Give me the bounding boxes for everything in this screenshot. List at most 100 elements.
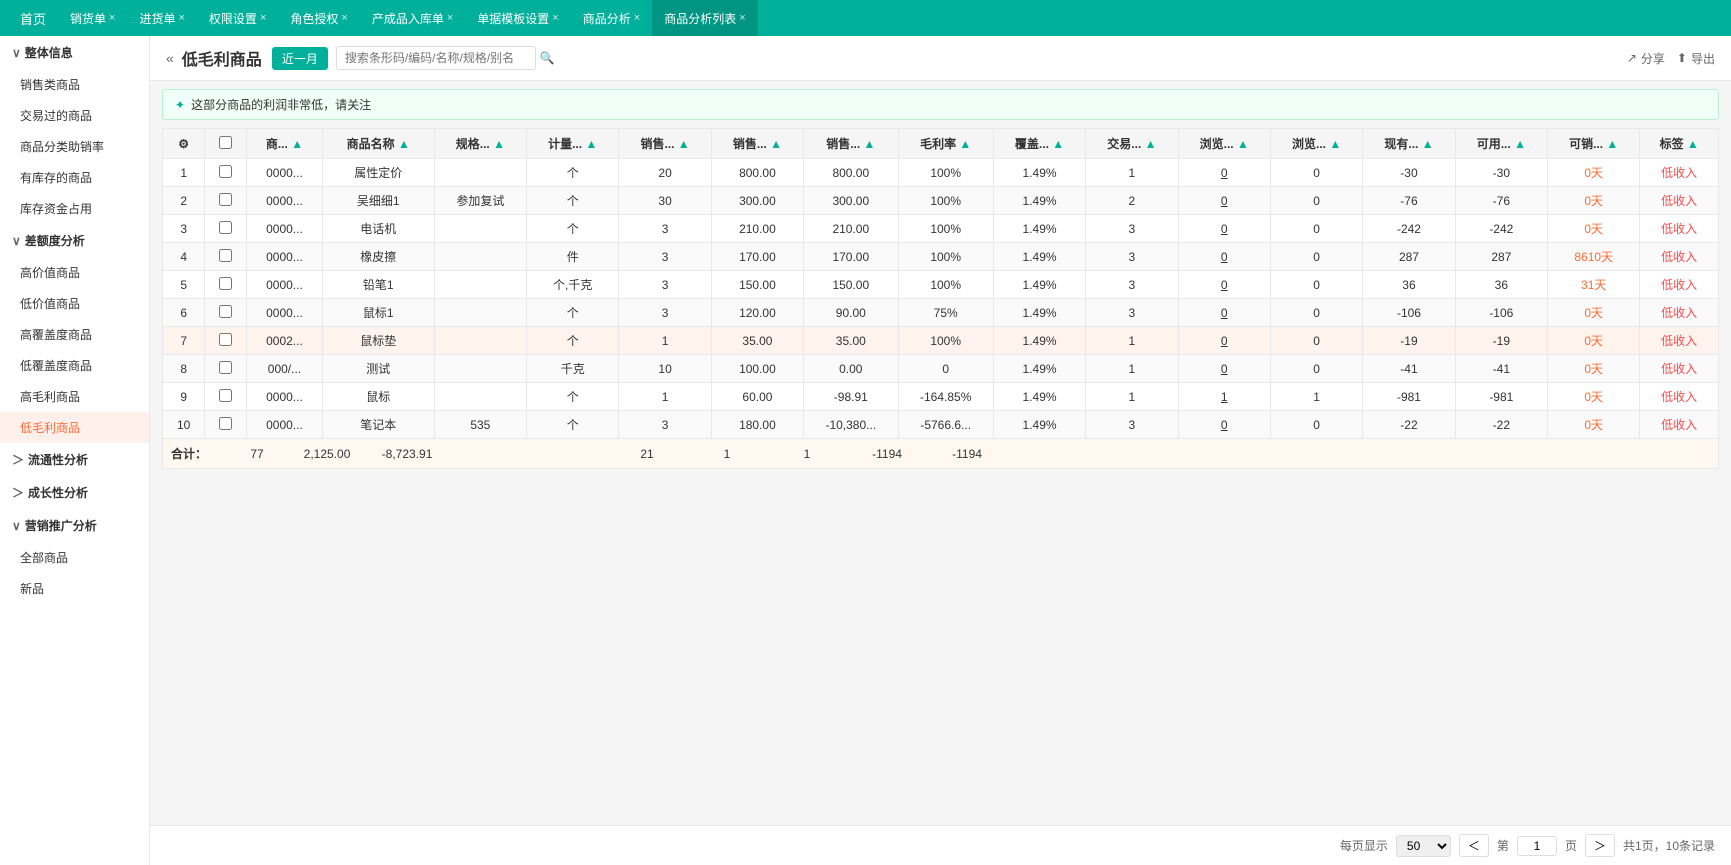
nav-sales-close[interactable]: × bbox=[109, 12, 115, 24]
sidebar-section-value[interactable]: ∨ 差额度分析 bbox=[0, 224, 149, 257]
sidebar-item-all-goods[interactable]: 全部商品 bbox=[0, 542, 149, 573]
row-checkbox[interactable] bbox=[219, 389, 232, 402]
sidebar-item-high-margin[interactable]: 高毛利商品 bbox=[0, 381, 149, 412]
row-browse-link[interactable]: 0 bbox=[1221, 278, 1228, 292]
sidebar-section-growth[interactable]: ＞ 成长性分析 bbox=[0, 476, 149, 509]
row-browse-link[interactable]: 0 bbox=[1221, 250, 1228, 264]
row-code: 0000... bbox=[247, 159, 323, 187]
row-v5: 1.49% bbox=[993, 411, 1085, 439]
col-transaction[interactable]: 交易... ▲ bbox=[1086, 129, 1178, 159]
nav-purchase[interactable]: 进货单 × bbox=[127, 0, 196, 36]
nav-role[interactable]: 角色授权 × bbox=[278, 0, 359, 36]
col-tag[interactable]: 标签 ▲ bbox=[1640, 129, 1719, 159]
row-code: 0000... bbox=[247, 243, 323, 271]
row-browse-link[interactable]: 0 bbox=[1221, 222, 1228, 236]
sidebar-collapse-button[interactable]: « bbox=[166, 50, 174, 66]
per-page-select[interactable]: 50 100 200 bbox=[1396, 835, 1451, 857]
nav-permission[interactable]: 权限设置 × bbox=[197, 0, 278, 36]
col-settings[interactable]: ⚙ bbox=[163, 129, 205, 159]
sidebar-section-circulation[interactable]: ＞ 流通性分析 bbox=[0, 443, 149, 476]
sidebar-section-overall[interactable]: ∨ 整体信息 bbox=[0, 36, 149, 69]
main-layout: ∨ 整体信息 销售类商品 交易过的商品 商品分类助销率 有库存的商品 库存资金占… bbox=[0, 36, 1731, 865]
nav-purchase-close[interactable]: × bbox=[178, 12, 184, 24]
row-browse-link[interactable]: 0 bbox=[1221, 194, 1228, 208]
col-available[interactable]: 可用... ▲ bbox=[1455, 129, 1547, 159]
sidebar-item-high-value[interactable]: 高价值商品 bbox=[0, 257, 149, 288]
nav-template[interactable]: 单据模板设置 × bbox=[465, 0, 570, 36]
prev-page-button[interactable]: ＜ bbox=[1459, 834, 1489, 857]
nav-home[interactable]: 首页 bbox=[8, 0, 58, 36]
row-checkbox[interactable] bbox=[219, 221, 232, 234]
sidebar-item-low-margin[interactable]: 低毛利商品 bbox=[0, 412, 149, 443]
nav-role-close[interactable]: × bbox=[341, 12, 347, 24]
col-margin-rate[interactable]: 毛利率 ▲ bbox=[898, 129, 993, 159]
sidebar-item-category-rate[interactable]: 商品分类助销率 bbox=[0, 131, 149, 162]
select-all-checkbox[interactable] bbox=[219, 136, 232, 149]
search-input[interactable] bbox=[336, 46, 536, 70]
row-v2: 60.00 bbox=[711, 383, 803, 411]
row-checkbox[interactable] bbox=[219, 305, 232, 318]
sidebar-item-low-value[interactable]: 低价值商品 bbox=[0, 288, 149, 319]
col-code[interactable]: 商... ▲ bbox=[247, 129, 323, 159]
sidebar-item-traded[interactable]: 交易过的商品 bbox=[0, 100, 149, 131]
row-browse-link[interactable]: 0 bbox=[1221, 166, 1228, 180]
col-current[interactable]: 现有... ▲ bbox=[1363, 129, 1455, 159]
sidebar-item-sales-goods[interactable]: 销售类商品 bbox=[0, 69, 149, 100]
nav-product-analysis[interactable]: 商品分析 × bbox=[571, 0, 652, 36]
table-row: 90000...鼠标个160.00-98.91-164.85%1.49%111-… bbox=[163, 383, 1719, 411]
row-checkbox[interactable] bbox=[219, 277, 232, 290]
nav-sales[interactable]: 销货单 × bbox=[58, 0, 127, 36]
sidebar-item-in-stock[interactable]: 有库存的商品 bbox=[0, 162, 149, 193]
row-v3: 35.00 bbox=[804, 327, 898, 355]
nav-permission-close[interactable]: × bbox=[260, 12, 266, 24]
nav-product-analysis-close[interactable]: × bbox=[634, 12, 640, 24]
col-sales3[interactable]: 销售... ▲ bbox=[804, 129, 898, 159]
col-view2[interactable]: 浏览... ▲ bbox=[1270, 129, 1362, 159]
filter-month-button[interactable]: 近一月 bbox=[272, 47, 328, 70]
col-unit[interactable]: 计量... ▲ bbox=[527, 129, 619, 159]
row-v8: 0 bbox=[1270, 187, 1362, 215]
page-input[interactable] bbox=[1517, 836, 1557, 856]
col-sales2[interactable]: 销售... ▲ bbox=[711, 129, 803, 159]
next-page-button[interactable]: ＞ bbox=[1585, 834, 1615, 857]
col-spec[interactable]: 规格... ▲ bbox=[434, 129, 526, 159]
row-v7: 0 bbox=[1178, 159, 1270, 187]
col-sales1[interactable]: 销售... ▲ bbox=[619, 129, 711, 159]
sidebar-section-marketing[interactable]: ∨ 营销推广分析 bbox=[0, 509, 149, 542]
row-browse-link[interactable]: 0 bbox=[1221, 418, 1228, 432]
row-v7: 0 bbox=[1178, 187, 1270, 215]
row-browse-link[interactable]: 0 bbox=[1221, 362, 1228, 376]
notice-bar: ✦ 这部分商品的利润非常低，请关注 bbox=[162, 89, 1719, 120]
row-number: 1 bbox=[163, 159, 205, 187]
col-name[interactable]: 商品名称 ▲ bbox=[322, 129, 434, 159]
col-view1[interactable]: 浏览... ▲ bbox=[1178, 129, 1270, 159]
row-v9: -30 bbox=[1363, 159, 1455, 187]
row-checkbox[interactable] bbox=[219, 193, 232, 206]
export-button[interactable]: ⬆ 导出 bbox=[1677, 50, 1715, 67]
nav-template-close[interactable]: × bbox=[552, 12, 558, 24]
search-icon[interactable]: 🔍 bbox=[540, 51, 555, 65]
row-browse-link[interactable]: 0 bbox=[1221, 334, 1228, 348]
row-browse-link[interactable]: 0 bbox=[1221, 306, 1228, 320]
nav-analysis-list[interactable]: 商品分析列表 × bbox=[652, 0, 757, 36]
sidebar-item-new-goods[interactable]: 新品 bbox=[0, 573, 149, 604]
row-checkbox[interactable] bbox=[219, 249, 232, 262]
col-coverage[interactable]: 覆盖... ▲ bbox=[993, 129, 1085, 159]
sidebar-item-capital[interactable]: 库存资金占用 bbox=[0, 193, 149, 224]
row-checkbox[interactable] bbox=[219, 417, 232, 430]
sidebar-item-high-coverage[interactable]: 高覆盖度商品 bbox=[0, 319, 149, 350]
share-button[interactable]: ↗ 分享 bbox=[1627, 50, 1665, 67]
row-browse-link[interactable]: 1 bbox=[1221, 390, 1228, 404]
row-checkbox[interactable] bbox=[219, 361, 232, 374]
sidebar-item-low-coverage[interactable]: 低覆盖度商品 bbox=[0, 350, 149, 381]
row-v11: 0天 bbox=[1548, 411, 1640, 439]
nav-product-entry-close[interactable]: × bbox=[447, 12, 453, 24]
row-checkbox[interactable] bbox=[219, 165, 232, 178]
row-v1: 3 bbox=[619, 243, 711, 271]
row-v3: -98.91 bbox=[804, 383, 898, 411]
row-checkbox[interactable] bbox=[219, 333, 232, 346]
row-code: 0000... bbox=[247, 299, 323, 327]
col-saleable[interactable]: 可销... ▲ bbox=[1548, 129, 1640, 159]
nav-analysis-list-close[interactable]: × bbox=[739, 12, 745, 24]
nav-product-entry[interactable]: 产成品入库单 × bbox=[360, 0, 465, 36]
